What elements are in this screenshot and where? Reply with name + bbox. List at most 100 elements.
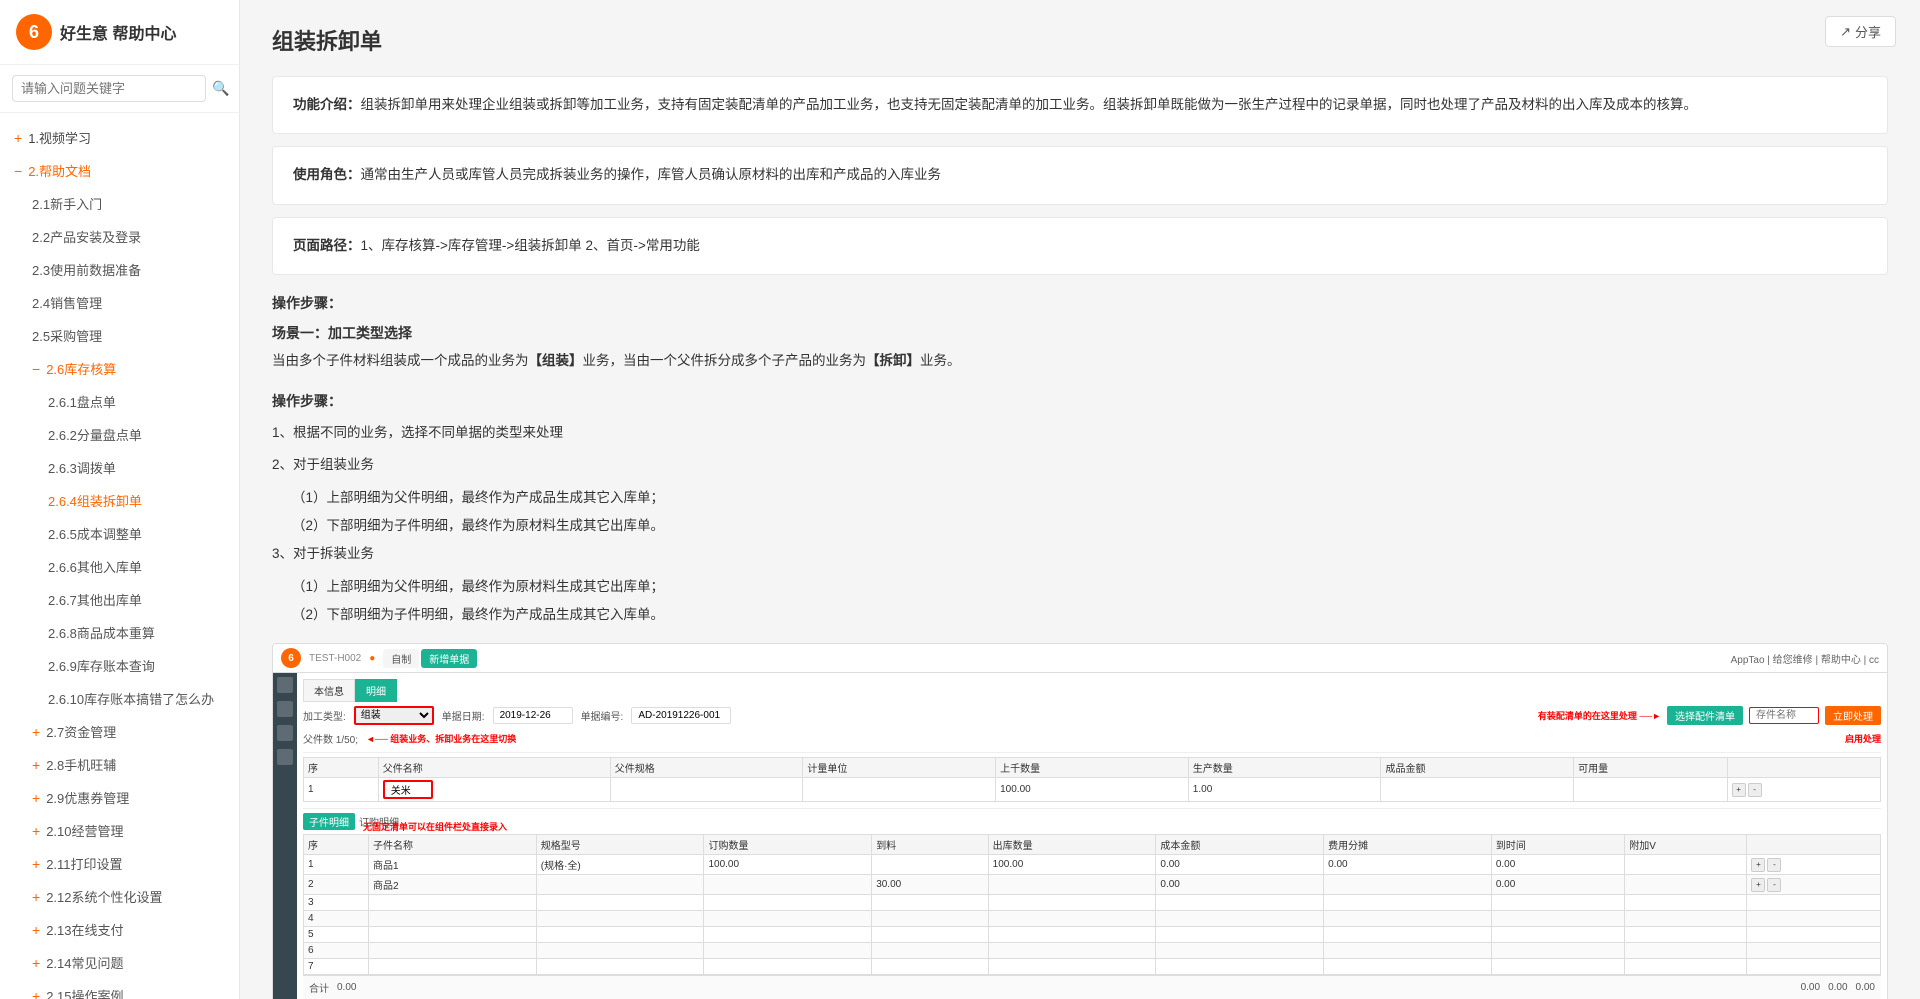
sidebar-item-inv267[interactable]: 2.6.7其他出库单 [0,583,239,616]
sidebar-item-inv262[interactable]: 2.6.2分量盘点单 [0,418,239,451]
sidebar-item-mgmt[interactable]: + 2.10经营管理 [0,814,239,847]
plus-icon-mobile: + [32,757,40,773]
sim-input-billno[interactable] [631,707,731,724]
nav-tree: + 1.视频学习 − 2.帮助文档 2.1新手入门 2.2产品安装及登录 2.3… [0,113,239,999]
sidebar-item-inv264[interactable]: 2.6.4组装拆卸单 [0,484,239,517]
sim-row-del-b1[interactable]: - [1767,858,1781,872]
sim-btn-assembly[interactable]: 选择配件清单 [1667,706,1743,725]
sidebar-item-faq[interactable]: + 2.14常见问题 [0,946,239,979]
sim-input-parent-name[interactable] [383,780,433,799]
table-row: 3 [304,895,1881,911]
step2-2-text: （2）下部明细为子件明细，最终作为原材料生成其它出库单。 [272,514,1888,538]
minus-icon: − [14,163,22,179]
search-input[interactable] [12,75,206,102]
sim-screen: 6 TEST-H002 ● 自制 新增单据 AppTao | 给您维修 | 帮助… [273,644,1887,999]
step1-text: 1、根据不同的业务，选择不同单据的类型来处理 [272,421,1888,445]
sidebar-item-inv269[interactable]: 2.6.9库存账本查询 [0,649,239,682]
sim-tab-new[interactable]: 新增单据 [421,649,477,668]
sim-label-type: 加工类型: [303,708,346,723]
sim-section-tabs: 本信息 明细 [303,679,1881,702]
sim-body: 本信息 明细 加工类型: 组装 拆卸 单据日期: 单据编号: [273,673,1887,999]
sidebar-item-onlinepay[interactable]: + 2.13在线支付 [0,913,239,946]
sim-th-b-name: 子件名称 [369,835,537,855]
sim-table-top: 序 父件名称 父件规格 计量单位 上千数量 生产数量 成品金额 可用量 [303,757,1881,802]
search-button[interactable]: 🔍 [212,80,229,97]
sidebar-item-newbie[interactable]: 2.1新手入门 [0,187,239,220]
sim-sidebar-icon-3 [277,725,293,741]
func-intro-text: 组装拆卸单用来处理企业组装或拆卸等加工业务，支持有固定装配清单的产品加工业务，也… [361,97,1698,112]
sim-footer: 合计 0.00 0.00 0.00 0.00 [303,975,1881,999]
sim-row-add[interactable]: + [1732,783,1746,797]
sidebar-item-cases[interactable]: + 2.15操作案例 [0,979,239,999]
func-intro-card: 功能介绍：组装拆卸单用来处理企业组装或拆卸等加工业务，支持有固定装配清单的产品加… [272,76,1888,134]
sim-row-add-b2[interactable]: + [1751,878,1765,892]
sim-select-type[interactable]: 组装 拆卸 [354,706,434,725]
sim-row-del-b2[interactable]: - [1767,878,1781,892]
sim-topright: AppTao | 给您维修 | 帮助中心 | cc [1731,651,1879,666]
plus-icon-personalize: + [32,889,40,905]
sim-nav-tabs: 自制 新增单据 [383,649,477,668]
sidebar-item-inv268[interactable]: 2.6.8商品成本重算 [0,616,239,649]
sidebar-item-mobile[interactable]: + 2.8手机旺辅 [0,748,239,781]
sim-th-avail: 可用量 [1574,758,1727,778]
sidebar-item-finance[interactable]: + 2.7资金管理 [0,715,239,748]
plus-icon-coupon: + [32,790,40,806]
sim-btn-search[interactable]: 立即处理 [1825,706,1881,725]
sidebar-item-data[interactable]: 2.3使用前数据准备 [0,253,239,286]
sidebar-item-inv266[interactable]: 2.6.6其他入库单 [0,550,239,583]
plus-icon-onlinepay: + [32,922,40,938]
sim-row-del[interactable]: - [1748,783,1762,797]
sim-bottom-table-wrap: 无固定清单可以在组件栏处直接录入 序 子件名称 规格型号 订购数量 到料 出库数… [303,834,1881,975]
sim-th-b-time: 到时间 [1491,835,1624,855]
sim-th-b-extra: 附加V [1625,835,1747,855]
sim-app-id: TEST-H002 [309,653,361,664]
share-button[interactable]: ↗ 分享 [1825,16,1896,47]
sidebar-item-purchase[interactable]: 2.5采购管理 [0,319,239,352]
sidebar-item-print[interactable]: + 2.11打印设置 [0,847,239,880]
sim-row-add-b1[interactable]: + [1751,858,1765,872]
sidebar-item-inv265[interactable]: 2.6.5成本调整单 [0,517,239,550]
sim-td-parent-spec [610,778,803,802]
sim-label-billno: 单据编号: [581,708,624,723]
step3-1-text: （1）上部明细为父件明细，最终作为原材料生成其它出库单； [272,575,1888,599]
table-row: 2 商品2 30.00 0.00 0.00 [304,875,1881,895]
sim-bottom-tabs: 子件明细 订购明细 [303,813,1881,830]
sim-th-unit: 计量单位 [803,758,996,778]
sim-table-bottom-header: 序 子件名称 规格型号 订购数量 到料 出库数量 成本金额 费用分摊 到时间 [304,835,1881,855]
sim-input-search-part[interactable] [1749,707,1819,724]
sim-td-qty1: 100.00 [996,778,1189,802]
sim-td-parent-name [378,778,610,802]
sim-badge-sub: 子件明细 [303,813,355,830]
sidebar-item-inv261[interactable]: 2.6.1盘点单 [0,385,239,418]
sim-sidebar-icon-1 [277,677,293,693]
role-label: 使用角色： [293,167,361,182]
sim-sidebar-icon-4 [277,749,293,765]
sidebar-item-inventory[interactable]: − 2.6库存核算 [0,352,239,385]
sidebar-item-install[interactable]: 2.2产品安装及登录 [0,220,239,253]
annotation-switch: ◄── 组装业务、拆卸业务在这里切换 [366,732,516,745]
sidebar-item-sales[interactable]: 2.4销售管理 [0,286,239,319]
sidebar-item-help[interactable]: − 2.帮助文档 [0,154,239,187]
sim-tab-home[interactable]: 自制 [383,649,419,668]
annotation-direct-input: 无固定清单可以在组件栏处直接录入 [363,820,507,833]
sidebar-item-coupon[interactable]: + 2.9优惠券管理 [0,781,239,814]
sim-app-links: AppTao | 给您维修 | 帮助中心 | cc [1731,651,1879,666]
step3-2-text: （2）下部明细为子件明细，最终作为产成品生成其它入库单。 [272,603,1888,627]
sim-topbar: 6 TEST-H002 ● 自制 新增单据 AppTao | 给您维修 | 帮助… [273,644,1887,673]
sidebar-item-video[interactable]: + 1.视频学习 [0,121,239,154]
sim-main-form: 本信息 明细 加工类型: 组装 拆卸 单据日期: 单据编号: [297,673,1887,999]
sim-th-parent-spec: 父件规格 [610,758,803,778]
plus-icon-finance: + [32,724,40,740]
sim-input-date[interactable] [493,707,573,724]
step3-text: 3、对于拆装业务 [272,542,1888,566]
sim-sidebar [273,673,297,999]
sidebar-item-personalize[interactable]: + 2.12系统个性化设置 [0,880,239,913]
sidebar-item-inv263[interactable]: 2.6.3调拨单 [0,451,239,484]
sim-tab-jicai[interactable]: 本信息 [303,679,355,702]
sim-tab-mingxi[interactable]: 明细 [355,679,397,702]
role-card: 使用角色：通常由生产人员或库管人员完成拆装业务的操作，库管人员确认原材料的出库和… [272,146,1888,204]
sim-td-row-actions: + - [1727,778,1880,802]
sim-status-icon: ● [369,653,375,664]
annotation-enable: 启用处理 [1845,732,1881,745]
sidebar-item-inv2610[interactable]: 2.6.10库存账本搞错了怎么办 [0,682,239,715]
